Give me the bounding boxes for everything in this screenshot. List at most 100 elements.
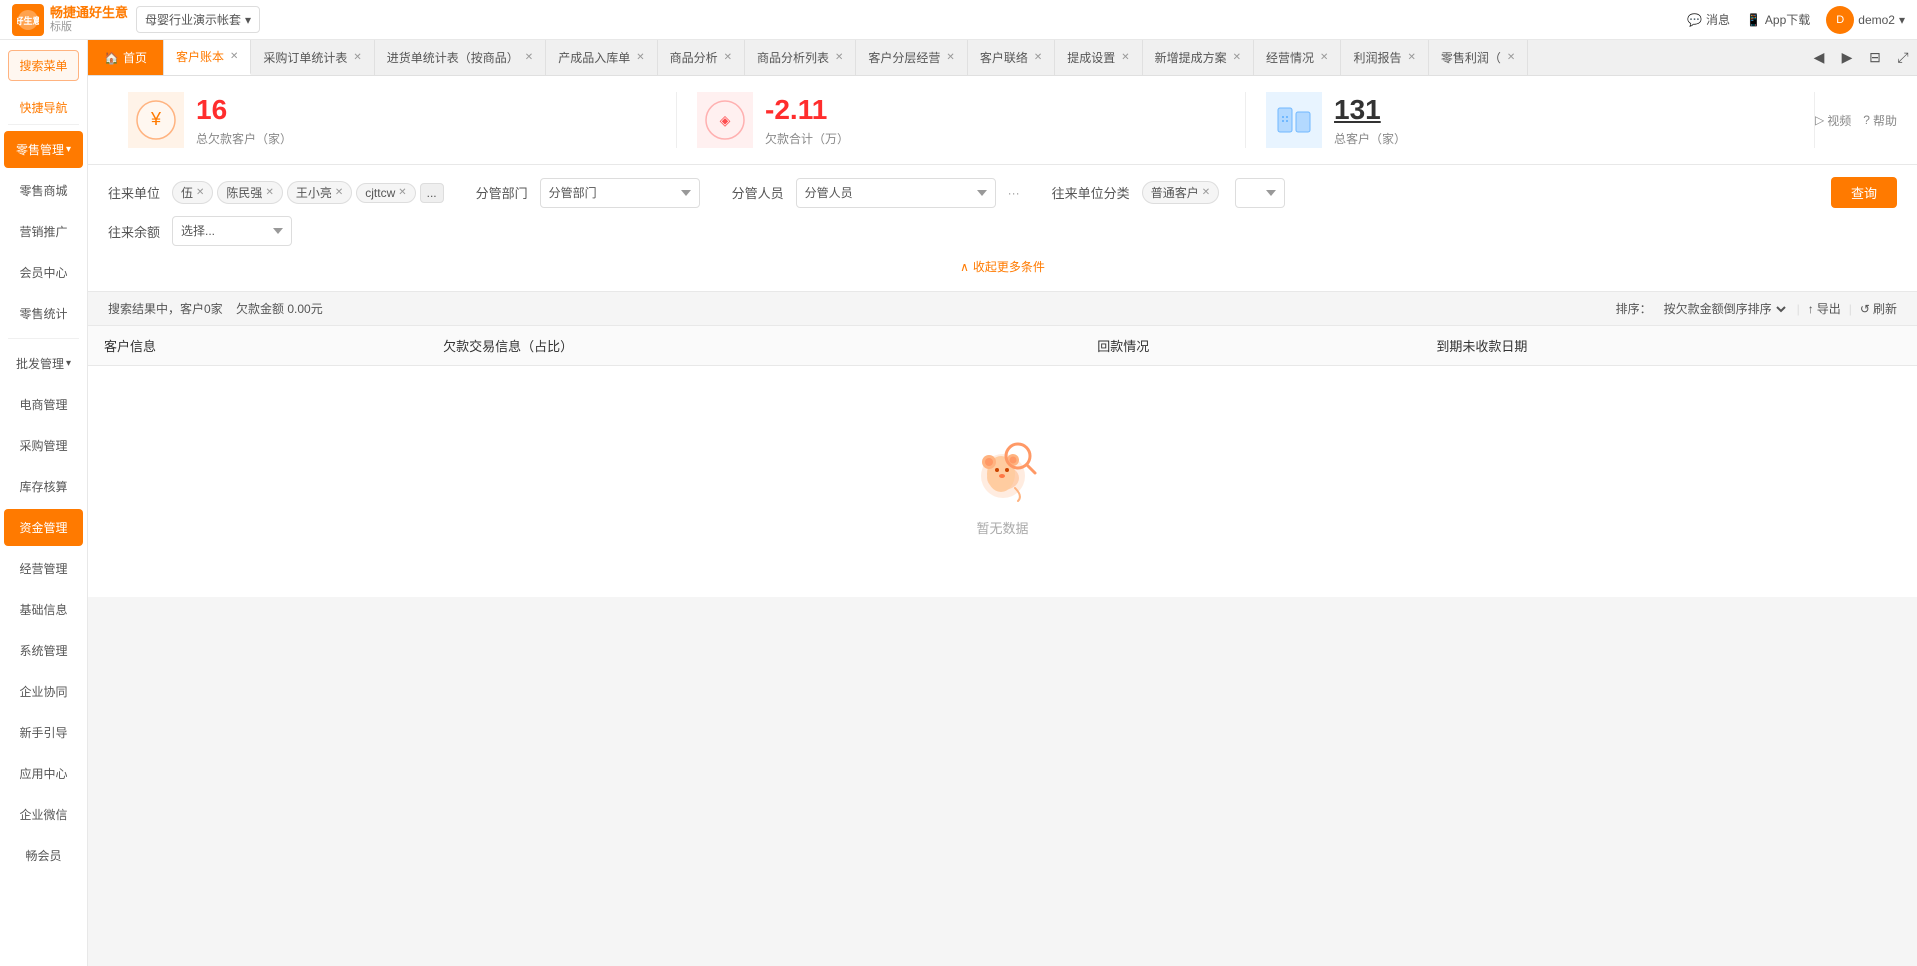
tag-close-icon[interactable]: ✕ — [196, 187, 204, 198]
person-select[interactable]: 分管人员 — [796, 178, 996, 208]
tab-close-icon8[interactable]: ✕ — [1034, 52, 1042, 63]
tab-close-icon10[interactable]: ✕ — [1233, 52, 1241, 63]
sidebar-item-ecommerce[interactable]: 电商管理 — [4, 386, 83, 423]
empty-state: 暂无数据 — [88, 366, 1917, 597]
unit-tag-2[interactable]: 陈民强 ✕ — [217, 181, 282, 204]
sidebar-item-system[interactable]: 系统管理 — [4, 632, 83, 669]
tab-next-btn[interactable]: ▶ — [1833, 40, 1861, 76]
empty-illustration — [963, 426, 1043, 506]
tab-expand-btn[interactable]: ⊟ — [1861, 40, 1889, 76]
dept-select[interactable]: 分管部门 — [540, 178, 700, 208]
message-btn[interactable]: 💬 消息 — [1687, 11, 1730, 28]
col-customer-info: 客户信息 — [88, 326, 427, 366]
balance-select[interactable]: 选择... — [172, 216, 292, 246]
tab-prev-btn[interactable]: ◀ — [1805, 40, 1833, 76]
tab-operations[interactable]: 经营情况 ✕ — [1254, 40, 1341, 75]
sidebar-item-finance[interactable]: 资金管理 — [4, 509, 83, 546]
sidebar-item-operations[interactable]: 经营管理 — [4, 550, 83, 587]
sidebar-item-vip[interactable]: 畅会员 — [4, 837, 83, 874]
tab-close-icon7[interactable]: ✕ — [946, 52, 954, 63]
tab-purchase-order[interactable]: 采购订单统计表 ✕ — [251, 40, 374, 75]
sidebar-item-enterprise[interactable]: 企业协同 — [4, 673, 83, 710]
tab-close-icon6[interactable]: ✕ — [835, 52, 843, 63]
category-tag-1[interactable]: 普通客户 ✕ — [1142, 181, 1219, 204]
summary-card-debt: ◈ -2.11 欠款合计（万） — [677, 92, 1246, 148]
table-container: 客户信息 欠款交易信息（占比） 回款情况 到期未收款日期 — [88, 326, 1917, 597]
sidebar-item-wechat[interactable]: 企业微信 — [4, 796, 83, 833]
sidebar-divider — [8, 124, 79, 125]
tab-profit-report[interactable]: 利润报告 ✕ — [1341, 40, 1428, 75]
sidebar-item-basic[interactable]: 基础信息 — [4, 591, 83, 628]
tab-close-icon9[interactable]: ✕ — [1121, 52, 1129, 63]
unit-tag-1[interactable]: 伍 ✕ — [172, 181, 213, 204]
tab-home[interactable]: 🏠 首页 — [88, 40, 164, 75]
search-btn[interactable]: 查询 — [1831, 177, 1897, 208]
sidebar-item-marketing[interactable]: 营销推广 — [4, 213, 83, 250]
tab-production[interactable]: 产成品入库单 ✕ — [546, 40, 657, 75]
tab-purchase-stats[interactable]: 进货单统计表（按商品） ✕ — [375, 40, 546, 75]
category-tag-close[interactable]: ✕ — [1202, 187, 1210, 198]
app-download-btn[interactable]: 📱 App下载 — [1746, 11, 1810, 28]
tab-customer-ledger[interactable]: 客户账本 ✕ — [164, 40, 251, 75]
sidebar-item-purchase[interactable]: 采购管理 — [4, 427, 83, 464]
unit-tag-4[interactable]: cjttcw ✕ — [356, 183, 415, 203]
tab-close-icon5[interactable]: ✕ — [724, 52, 732, 63]
tag-close-icon4[interactable]: ✕ — [398, 187, 406, 198]
logo-area: 好生意 畅捷通好生意 标版 — [12, 4, 128, 36]
chevron-down-icon: ▾ — [245, 13, 251, 27]
main-layout: 搜索菜单 快捷导航 零售管理 ▾ 零售商城 营销推广 会员中心 零售统计 批发管… — [0, 40, 1917, 966]
sidebar-item-retail-stats[interactable]: 零售统计 — [4, 295, 83, 332]
summary-info-total: 131 总客户（家） — [1334, 93, 1406, 148]
refresh-btn[interactable]: ↺ 刷新 — [1860, 300, 1897, 317]
video-btn[interactable]: ▷ 视频 — [1815, 112, 1851, 129]
export-btn[interactable]: ↑ 导出 — [1808, 300, 1841, 317]
tab-commission-settings[interactable]: 提成设置 ✕ — [1055, 40, 1142, 75]
summary-bar: ¥ 16 总欠款客户（家） ◈ — [88, 76, 1917, 165]
tab-fullscreen-btn[interactable]: ⤢ — [1889, 40, 1917, 76]
tab-close-icon[interactable]: ✕ — [230, 51, 238, 62]
sidebar-nav-label[interactable]: 快捷导航 — [0, 91, 87, 120]
sidebar-item-wholesale[interactable]: 批发管理 ▾ — [4, 345, 83, 382]
tab-close-icon13[interactable]: ✕ — [1507, 52, 1515, 63]
logo-icon: 好生意 — [12, 4, 44, 36]
tab-close-icon3[interactable]: ✕ — [525, 52, 533, 63]
empty-text: 暂无数据 — [976, 518, 1028, 537]
sidebar-item-guide[interactable]: 新手引导 — [4, 714, 83, 751]
user-menu[interactable]: D demo2 ▾ — [1826, 6, 1905, 34]
search-menu-btn[interactable]: 搜索菜单 — [8, 50, 79, 81]
filter-row-1: 往来单位 伍 ✕ 陈民强 ✕ 王小亮 ✕ — [108, 177, 1897, 208]
sort-select[interactable]: 按欠款金额倒序排序 — [1660, 301, 1789, 317]
sidebar-item-retail-mall[interactable]: 零售商城 — [4, 172, 83, 209]
tab-close-icon11[interactable]: ✕ — [1320, 52, 1328, 63]
tag-close-icon2[interactable]: ✕ — [265, 187, 273, 198]
summary-label-debt: 欠款合计（万） — [765, 130, 849, 147]
tab-customer-contact[interactable]: 客户联络 ✕ — [968, 40, 1055, 75]
col-repayment: 回款情况 — [1081, 326, 1420, 366]
tab-customer-tier[interactable]: 客户分层经营 ✕ — [856, 40, 967, 75]
category-select[interactable] — [1235, 178, 1285, 208]
tab-close-icon4[interactable]: ✕ — [636, 52, 644, 63]
sidebar-item-members[interactable]: 会员中心 — [4, 254, 83, 291]
tab-retail-profit[interactable]: 零售利润（ ✕ — [1429, 40, 1528, 75]
tab-close-icon2[interactable]: ✕ — [353, 52, 361, 63]
sidebar-item-inventory[interactable]: 库存核算 — [4, 468, 83, 505]
tab-close-icon12[interactable]: ✕ — [1407, 52, 1415, 63]
sidebar-divider2 — [8, 338, 79, 339]
more-tags-btn[interactable]: ... — [420, 183, 444, 203]
workspace-selector[interactable]: 母婴行业演示帐套 ▾ — [136, 6, 260, 33]
tag-close-icon3[interactable]: ✕ — [335, 187, 343, 198]
sidebar-item-apps[interactable]: 应用中心 — [4, 755, 83, 792]
collapse-btn[interactable]: ∧ 收起更多条件 — [952, 254, 1053, 279]
avatar: D — [1826, 6, 1854, 34]
unit-tag-3[interactable]: 王小亮 ✕ — [287, 181, 352, 204]
tab-product-analysis[interactable]: 商品分析 ✕ — [658, 40, 745, 75]
tab-new-commission[interactable]: 新增提成方案 ✕ — [1143, 40, 1254, 75]
results-actions: 排序： 按欠款金额倒序排序 | ↑ 导出 | ↺ 刷新 — [1616, 300, 1897, 317]
sidebar-item-retail[interactable]: 零售管理 ▾ — [4, 131, 83, 168]
dept-label: 分管部门 — [476, 183, 528, 202]
help-btn[interactable]: ? 帮助 — [1863, 112, 1897, 129]
results-info: 搜索结果中，客户0家 欠款金额 0.00元 — [108, 300, 323, 317]
summary-icon-debtors: ¥ — [128, 92, 184, 148]
unit-label: 往来单位 — [108, 183, 160, 202]
tab-product-list[interactable]: 商品分析列表 ✕ — [745, 40, 856, 75]
